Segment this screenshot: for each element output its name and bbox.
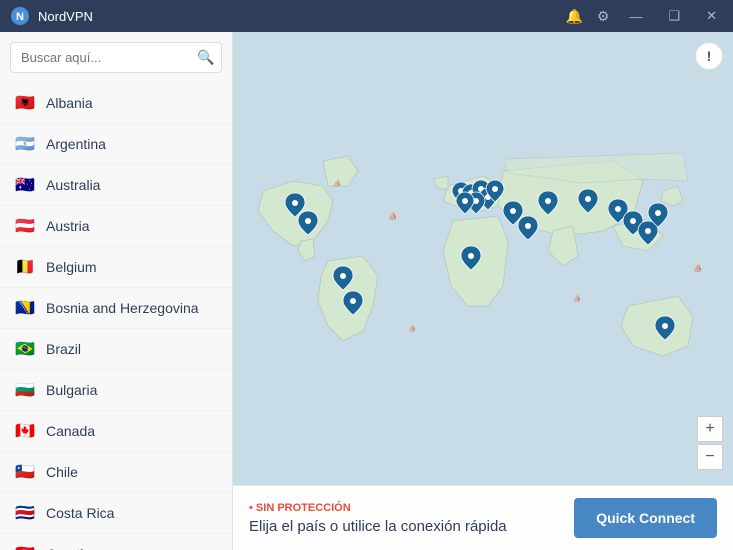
svg-text:⛵: ⛵	[388, 211, 398, 221]
country-name: Bosnia and Herzegovina	[46, 300, 199, 316]
help-button[interactable]: !	[695, 42, 723, 70]
quick-connect-button[interactable]: Quick Connect	[574, 498, 717, 538]
main-content: 🔍 🇦🇱 Albania 🇦🇷 Argentina 🇦🇺 Australia 🇦🇹 Austr…	[0, 32, 733, 550]
country-flag: 🇧🇦	[14, 297, 36, 319]
search-input[interactable]	[21, 50, 197, 65]
country-flag: 🇧🇪	[14, 256, 36, 278]
country-flag: 🇧🇷	[14, 338, 36, 360]
list-item[interactable]: 🇦🇱 Albania	[0, 83, 232, 124]
svg-text:⛵: ⛵	[408, 324, 417, 333]
svg-text:N: N	[16, 11, 24, 23]
title-bar: N NordVPN 🔔 ⚙ — ❑ ✕	[0, 0, 733, 32]
country-name: Bulgaria	[46, 382, 97, 398]
list-item[interactable]: 🇭🇷 Croatia	[0, 534, 232, 550]
country-flag: 🇨🇷	[14, 502, 36, 524]
svg-text:⛵: ⛵	[333, 179, 342, 188]
country-name: Austria	[46, 218, 90, 234]
search-box: 🔍	[10, 42, 222, 73]
map-area: ⛵ ⛵ ⛵ ⛵ ⛵	[233, 32, 733, 550]
list-item[interactable]: 🇧🇦 Bosnia and Herzegovina	[0, 288, 232, 329]
country-name: Belgium	[46, 259, 97, 275]
country-flag: 🇦🇹	[14, 215, 36, 237]
country-name: Costa Rica	[46, 505, 114, 521]
minimize-button[interactable]: —	[623, 7, 648, 26]
list-item[interactable]: 🇧🇪 Belgium	[0, 247, 232, 288]
info-bar-text: Elija el país o utilice la conexión rápi…	[249, 518, 507, 535]
maximize-button[interactable]: ❑	[662, 6, 686, 26]
country-name: Albania	[46, 95, 93, 111]
close-button[interactable]: ✕	[700, 6, 723, 26]
list-item[interactable]: 🇨🇱 Chile	[0, 452, 232, 493]
list-item[interactable]: 🇧🇷 Brazil	[0, 329, 232, 370]
country-flag: 🇭🇷	[14, 543, 36, 550]
protection-status: SIN PROTECCIÓN	[249, 502, 507, 514]
list-item[interactable]: 🇨🇦 Canada	[0, 411, 232, 452]
svg-text:⛵: ⛵	[573, 294, 582, 303]
country-list: 🇦🇱 Albania 🇦🇷 Argentina 🇦🇺 Australia 🇦🇹 Austria…	[0, 83, 232, 550]
list-item[interactable]: 🇨🇷 Costa Rica	[0, 493, 232, 534]
list-item[interactable]: 🇦🇹 Austria	[0, 206, 232, 247]
country-flag: 🇧🇬	[14, 379, 36, 401]
zoom-in-button[interactable]: +	[697, 416, 723, 442]
country-name: Canada	[46, 423, 95, 439]
country-flag: 🇦🇱	[14, 92, 36, 114]
world-map: ⛵ ⛵ ⛵ ⛵ ⛵	[233, 32, 733, 550]
country-flag: 🇨🇱	[14, 461, 36, 483]
country-name: Chile	[46, 464, 78, 480]
zoom-out-button[interactable]: −	[697, 444, 723, 470]
list-item[interactable]: 🇦🇺 Australia	[0, 165, 232, 206]
title-bar-controls: 🔔 ⚙ — ❑ ✕	[565, 6, 723, 26]
country-flag: 🇦🇺	[14, 174, 36, 196]
info-bar-left: SIN PROTECCIÓN Elija el país o utilice l…	[249, 502, 507, 535]
country-name: Brazil	[46, 341, 81, 357]
svg-text:⛵: ⛵	[693, 263, 703, 273]
notification-icon[interactable]: 🔔	[565, 8, 582, 25]
country-name: Australia	[46, 177, 100, 193]
search-icon: 🔍	[197, 49, 214, 66]
zoom-controls: + −	[697, 416, 723, 470]
country-flag: 🇨🇦	[14, 420, 36, 442]
info-bar: SIN PROTECCIÓN Elija el país o utilice l…	[233, 485, 733, 550]
list-item[interactable]: 🇧🇬 Bulgaria	[0, 370, 232, 411]
country-name: Argentina	[46, 136, 106, 152]
app-logo: N	[10, 6, 30, 26]
title-bar-left: N NordVPN	[10, 6, 93, 26]
country-flag: 🇦🇷	[14, 133, 36, 155]
country-name: Croatia	[46, 546, 91, 550]
list-item[interactable]: 🇦🇷 Argentina	[0, 124, 232, 165]
sidebar: 🔍 🇦🇱 Albania 🇦🇷 Argentina 🇦🇺 Australia 🇦🇹 Austr…	[0, 32, 233, 550]
app-title: NordVPN	[38, 9, 93, 24]
settings-icon[interactable]: ⚙	[597, 8, 610, 25]
